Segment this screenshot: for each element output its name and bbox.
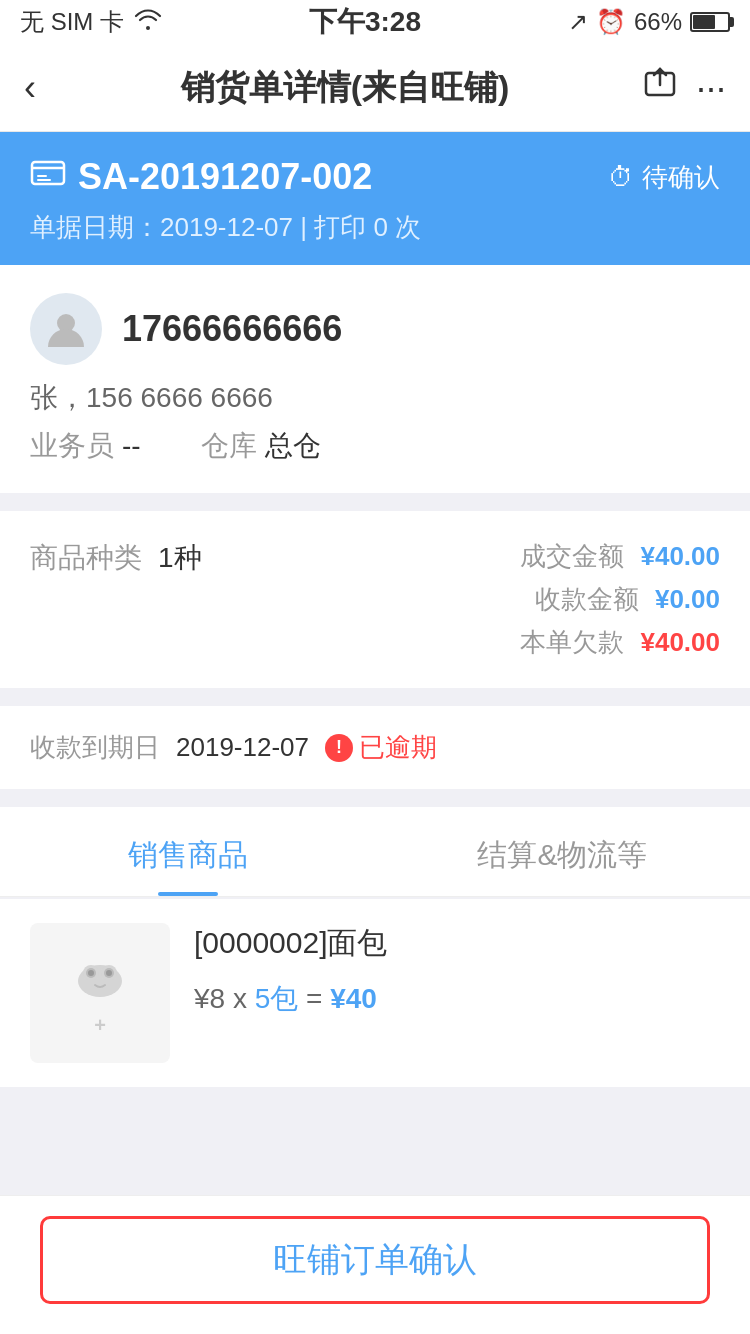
svg-point-10 <box>106 970 112 976</box>
order-icon <box>30 158 66 196</box>
avatar <box>30 293 102 365</box>
salesperson-value: -- <box>122 430 141 462</box>
alarm-icon: ⏰ <box>596 8 626 36</box>
status-bar: 无 SIM 卡 下午3:28 ↗ ⏰ 66% <box>0 0 750 44</box>
customer-meta: 业务员 -- 仓库 总仓 <box>30 427 720 465</box>
product-types: 商品种类 1种 <box>30 539 202 577</box>
page-title: 销货单详情(来自旺铺) <box>84 65 606 111</box>
battery-percent: 66% <box>634 8 682 36</box>
deal-amount-row: 成交金额 ¥40.00 <box>520 539 720 574</box>
clock-icon: ⏱ <box>608 162 634 193</box>
salesperson-label: 业务员 <box>30 427 114 465</box>
product-price: ¥8 x <box>194 983 255 1014</box>
confirm-order-button[interactable]: 旺铺订单确认 <box>40 1216 710 1304</box>
overdue-label: 已逾期 <box>359 730 437 765</box>
product-logo: + <box>70 949 130 1037</box>
tabs-bar: 销售商品 结算&物流等 <box>0 807 750 897</box>
carrier-label: 无 SIM 卡 <box>20 6 124 38</box>
collection-amount-row: 收款金额 ¥0.00 <box>535 582 720 617</box>
tab-sales-products[interactable]: 销售商品 <box>0 807 375 896</box>
status-bar-right: ↗ ⏰ 66% <box>568 8 730 36</box>
customer-phone: 17666666666 <box>122 308 342 350</box>
back-button[interactable]: ‹ <box>24 67 84 109</box>
logo-plus: + <box>94 1014 106 1037</box>
product-list: + [0000002]面包 ¥8 x 5包 = ¥40 <box>0 899 750 1087</box>
collection-amount-value: ¥0.00 <box>655 584 720 615</box>
amounts-panel: 成交金额 ¥40.00 收款金额 ¥0.00 本单欠款 ¥40.00 <box>520 539 720 660</box>
product-types-value: 1种 <box>158 539 202 577</box>
battery-icon <box>690 12 730 32</box>
overdue-badge: ! 已逾期 <box>325 730 437 765</box>
wifi-icon <box>134 8 162 36</box>
product-name: [0000002]面包 <box>194 923 720 964</box>
warehouse-value: 总仓 <box>265 427 321 465</box>
product-thumbnail: + <box>30 923 170 1063</box>
location-icon: ↗ <box>568 8 588 36</box>
warning-icon: ! <box>325 734 353 762</box>
status-bar-left: 无 SIM 卡 <box>20 6 162 38</box>
product-qty: 5包 <box>255 983 299 1014</box>
nav-actions: ··· <box>606 65 726 110</box>
collection-amount-label: 收款金额 <box>535 582 639 617</box>
customer-top: 17666666666 <box>30 293 720 365</box>
order-id: SA-20191207-002 <box>30 156 372 198</box>
divider-2 <box>0 690 750 706</box>
header-banner: SA-20191207-002 ⏱ 待确认 单据日期：2019-12-07 | … <box>0 132 750 265</box>
product-price-row: ¥8 x 5包 = ¥40 <box>194 980 720 1018</box>
order-date: 单据日期：2019-12-07 | 打印 0 次 <box>30 210 720 245</box>
share-icon[interactable] <box>644 65 676 110</box>
due-date-label: 收款到期日 <box>30 730 160 765</box>
divider-1 <box>0 495 750 511</box>
customer-card: 17666666666 张，156 6666 6666 业务员 -- 仓库 总仓 <box>0 265 750 493</box>
tab-settlement-logistics[interactable]: 结算&物流等 <box>375 807 750 896</box>
status-bar-time: 下午3:28 <box>309 3 421 41</box>
salesperson-field: 业务员 -- <box>30 427 141 465</box>
product-total: ¥40 <box>330 983 377 1014</box>
summary-card: 商品种类 1种 成交金额 ¥40.00 收款金额 ¥0.00 本单欠款 ¥40.… <box>0 511 750 688</box>
deal-amount-label: 成交金额 <box>520 539 624 574</box>
product-equals: = <box>298 983 330 1014</box>
customer-name: 张，156 6666 6666 <box>30 379 720 417</box>
divider-3 <box>0 791 750 807</box>
product-item: + [0000002]面包 ¥8 x 5包 = ¥40 <box>30 923 720 1063</box>
banner-top: SA-20191207-002 ⏱ 待确认 <box>30 156 720 198</box>
arrears-label: 本单欠款 <box>520 625 624 660</box>
warehouse-field: 仓库 总仓 <box>201 427 321 465</box>
product-types-label: 商品种类 <box>30 539 142 577</box>
owl-icon <box>70 949 130 1010</box>
warehouse-label: 仓库 <box>201 427 257 465</box>
summary-grid: 商品种类 1种 成交金额 ¥40.00 收款金额 ¥0.00 本单欠款 ¥40.… <box>30 539 720 660</box>
svg-point-9 <box>88 970 94 976</box>
order-status: ⏱ 待确认 <box>608 160 720 195</box>
product-info: [0000002]面包 ¥8 x 5包 = ¥40 <box>194 923 720 1018</box>
arrears-row: 本单欠款 ¥40.00 <box>520 625 720 660</box>
deal-amount-value: ¥40.00 <box>640 541 720 572</box>
due-date-card: 收款到期日 2019-12-07 ! 已逾期 <box>0 706 750 789</box>
nav-bar: ‹ 销货单详情(来自旺铺) ··· <box>0 44 750 132</box>
due-date-value: 2019-12-07 <box>176 732 309 763</box>
bottom-bar: 旺铺订单确认 <box>0 1195 750 1334</box>
more-icon[interactable]: ··· <box>696 67 726 109</box>
arrears-value: ¥40.00 <box>640 627 720 658</box>
